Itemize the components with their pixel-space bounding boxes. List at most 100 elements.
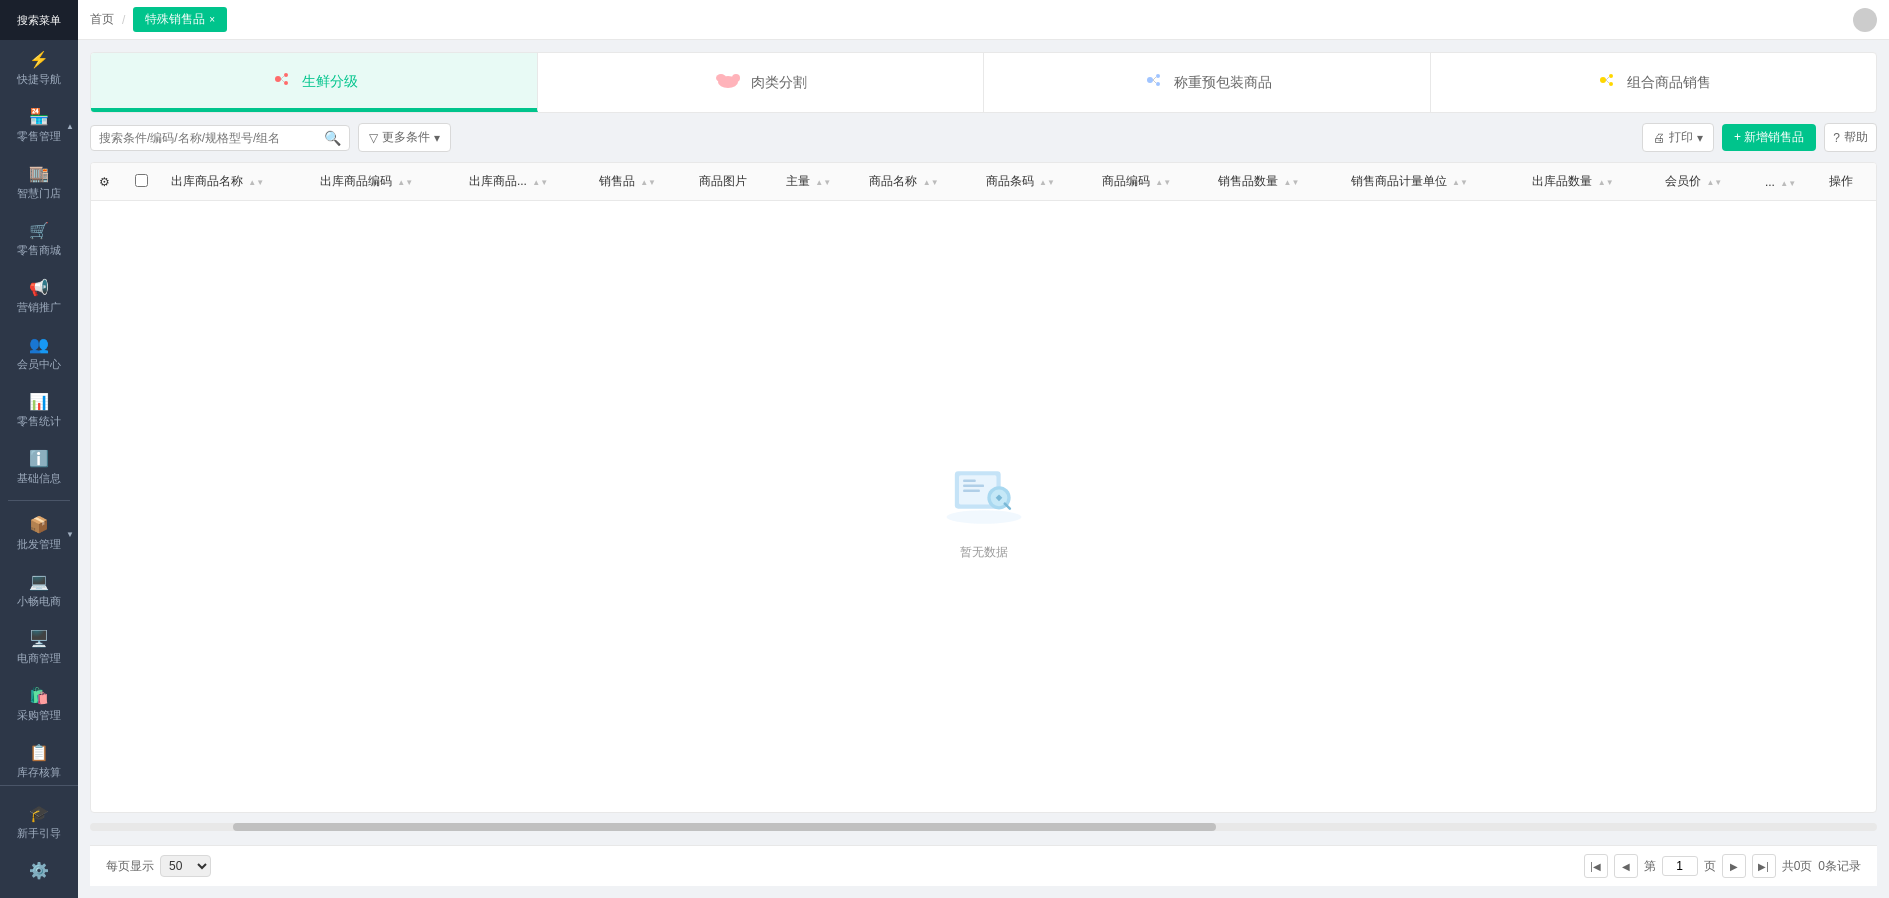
mini-ecom-icon: 💻: [29, 572, 49, 591]
th-sale-product[interactable]: 销售品 ▲▼: [591, 163, 691, 201]
cat-tab-combo-label: 组合商品销售: [1627, 74, 1711, 92]
sort-arrows: ▲▼: [532, 179, 548, 187]
th-sale-qty[interactable]: 销售品数量 ▲▼: [1210, 163, 1343, 201]
cat-tab-weight-pack[interactable]: 称重预包装商品: [984, 53, 1431, 112]
sort-arrows: ▲▼: [1452, 179, 1468, 187]
category-tabs: 生鲜分级 肉类分割: [90, 52, 1877, 113]
sidebar-item-quick-nav[interactable]: ⚡ 快捷导航: [0, 40, 78, 97]
svg-point-15: [1609, 82, 1613, 86]
th-product-code[interactable]: 商品编码 ▲▼: [1094, 163, 1210, 201]
sidebar-item-mini-ecom[interactable]: 💻 小畅电商: [0, 562, 78, 619]
svg-rect-21: [963, 480, 976, 483]
retail-mgmt-icon: 🏪: [29, 107, 49, 126]
th-out-product-code[interactable]: 出库商品编码 ▲▼: [312, 163, 461, 201]
sidebar-item-label: 小畅电商: [17, 594, 61, 609]
sidebar-item-purchase-mgmt[interactable]: 🛍️ 采购管理: [0, 676, 78, 733]
th-product-image[interactable]: 商品图片: [691, 163, 778, 201]
sidebar-item-inventory[interactable]: 📋 库存核算: [0, 733, 78, 785]
sidebar-item-label: 营销推广: [17, 300, 61, 315]
meat-cut-icon: [713, 68, 743, 97]
purchase-mgmt-icon: 🛍️: [29, 686, 49, 705]
sort-arrows: ▲▼: [640, 179, 656, 187]
svg-point-8: [1147, 77, 1153, 83]
sidebar-item-label: 零售管理: [17, 129, 61, 144]
filter-button[interactable]: ▽ 更多条件 ▾: [358, 123, 451, 152]
horizontal-scroll-thumb[interactable]: [233, 823, 1216, 831]
print-button[interactable]: 🖨 打印 ▾: [1642, 123, 1714, 152]
th-out-qty[interactable]: 出库品数量 ▲▼: [1524, 163, 1657, 201]
sidebar-item-label: 库存核算: [17, 765, 61, 780]
sidebar-item-wholesale-mgmt[interactable]: 📦 批发管理: [0, 505, 78, 562]
sidebar-item-settings[interactable]: ⚙️: [0, 851, 78, 890]
sidebar-item-retail-mall[interactable]: 🛒 零售商城: [0, 211, 78, 268]
sidebar-item-label: 批发管理: [17, 537, 61, 552]
sidebar-item-new-guide[interactable]: 🎓 新手引导: [0, 794, 78, 851]
sidebar-item-smart-store[interactable]: 🏬 智慧门店: [0, 154, 78, 211]
cat-tab-fresh-grade-label: 生鲜分级: [302, 73, 358, 91]
add-label: + 新增销售品: [1734, 129, 1804, 146]
cat-tab-weight-pack-label: 称重预包装商品: [1174, 74, 1272, 92]
sort-arrows: ▲▼: [248, 179, 264, 187]
per-page-select[interactable]: 20 50 100 200: [160, 855, 211, 877]
smart-store-icon: 🏬: [29, 164, 49, 183]
sort-arrows: ▲▼: [1598, 179, 1614, 187]
sort-arrows: ▲▼: [1039, 179, 1055, 187]
table-container: ⚙ 出库商品名称 ▲▼ 出库商品编码 ▲▼: [90, 162, 1877, 813]
th-checkbox[interactable]: [127, 163, 163, 201]
sidebar-item-sales-promo[interactable]: 📢 营销推广: [0, 268, 78, 325]
settings-col-icon: ⚙: [99, 175, 110, 189]
sidebar-item-label: 电商管理: [17, 651, 61, 666]
retail-stats-icon: 📊: [29, 392, 49, 411]
svg-point-2: [284, 81, 288, 85]
sort-arrows: ▲▼: [1283, 179, 1299, 187]
help-button[interactable]: ? 帮助: [1824, 123, 1877, 152]
cat-tab-meat-cut-label: 肉类分割: [751, 74, 807, 92]
th-out-product-more[interactable]: 出库商品... ▲▼: [461, 163, 591, 201]
topbar-tab-close[interactable]: ×: [209, 14, 215, 25]
next-page-button[interactable]: ▶: [1722, 854, 1746, 878]
prev-page-button[interactable]: ◀: [1614, 854, 1638, 878]
sidebar-item-ecom-mgmt[interactable]: 🖥️ 电商管理: [0, 619, 78, 676]
sidebar-item-retail-mgmt[interactable]: 🏪 零售管理: [0, 97, 78, 154]
topbar-tab-label: 特殊销售品: [145, 11, 205, 28]
page-label: 第: [1644, 858, 1656, 875]
topbar-active-tab[interactable]: 特殊销售品 ×: [133, 7, 227, 32]
select-all-checkbox[interactable]: [135, 174, 148, 187]
weight-pack-icon: [1142, 68, 1166, 97]
svg-rect-23: [963, 490, 980, 493]
th-product-barcode[interactable]: 商品条码 ▲▼: [978, 163, 1094, 201]
topbar-avatar[interactable]: [1853, 8, 1877, 32]
add-button[interactable]: + 新增销售品: [1722, 124, 1816, 151]
sidebar-item-retail-stats[interactable]: 📊 零售统计: [0, 382, 78, 439]
sidebar-item-label: 采购管理: [17, 708, 61, 723]
pagination-left: 每页显示 20 50 100 200: [106, 855, 211, 877]
basic-info-icon: ℹ️: [29, 449, 49, 468]
sidebar-item-basic-info[interactable]: ℹ️ 基础信息: [0, 439, 78, 496]
th-member-price[interactable]: 会员价 ▲▼: [1657, 163, 1757, 201]
search-input[interactable]: [99, 131, 318, 145]
cat-tab-combo[interactable]: 组合商品销售: [1431, 53, 1877, 112]
first-page-button[interactable]: |◀: [1584, 854, 1608, 878]
th-settings[interactable]: ⚙: [91, 163, 127, 201]
th-sale-unit[interactable]: 销售商品计量单位 ▲▼: [1343, 163, 1525, 201]
th-more[interactable]: ... ▲▼: [1757, 163, 1821, 201]
last-page-button[interactable]: ▶|: [1752, 854, 1776, 878]
wholesale-mgmt-icon: 📦: [29, 515, 49, 534]
th-product-name[interactable]: 商品名称 ▲▼: [861, 163, 977, 201]
sidebar-item-label: 零售统计: [17, 414, 61, 429]
th-out-product-name[interactable]: 出库商品名称 ▲▼: [163, 163, 312, 201]
cat-tab-fresh-grade[interactable]: 生鲜分级: [91, 53, 538, 112]
horizontal-scrollbar[interactable]: [90, 823, 1877, 831]
pagination-right: |◀ ◀ 第 页 ▶ ▶| 共0页 0条记录: [1584, 854, 1861, 878]
sidebar-nav: ⚡ 快捷导航 🏪 零售管理 🏬 智慧门店 🛒 零售商城 📢 营销推广 👥 会员中…: [0, 40, 78, 785]
sidebar-item-member-center[interactable]: 👥 会员中心: [0, 325, 78, 382]
help-icon: ?: [1833, 131, 1840, 145]
th-weight[interactable]: 主量 ▲▼: [778, 163, 861, 201]
sidebar-logo[interactable]: 搜索菜单: [0, 0, 78, 40]
sidebar-item-label: 零售商城: [17, 243, 61, 258]
cat-tab-meat-cut[interactable]: 肉类分割: [538, 53, 985, 112]
search-icon[interactable]: 🔍: [324, 130, 341, 146]
page-input[interactable]: [1662, 856, 1698, 876]
topbar-home[interactable]: 首页: [90, 11, 114, 28]
search-box[interactable]: 🔍: [90, 125, 350, 151]
